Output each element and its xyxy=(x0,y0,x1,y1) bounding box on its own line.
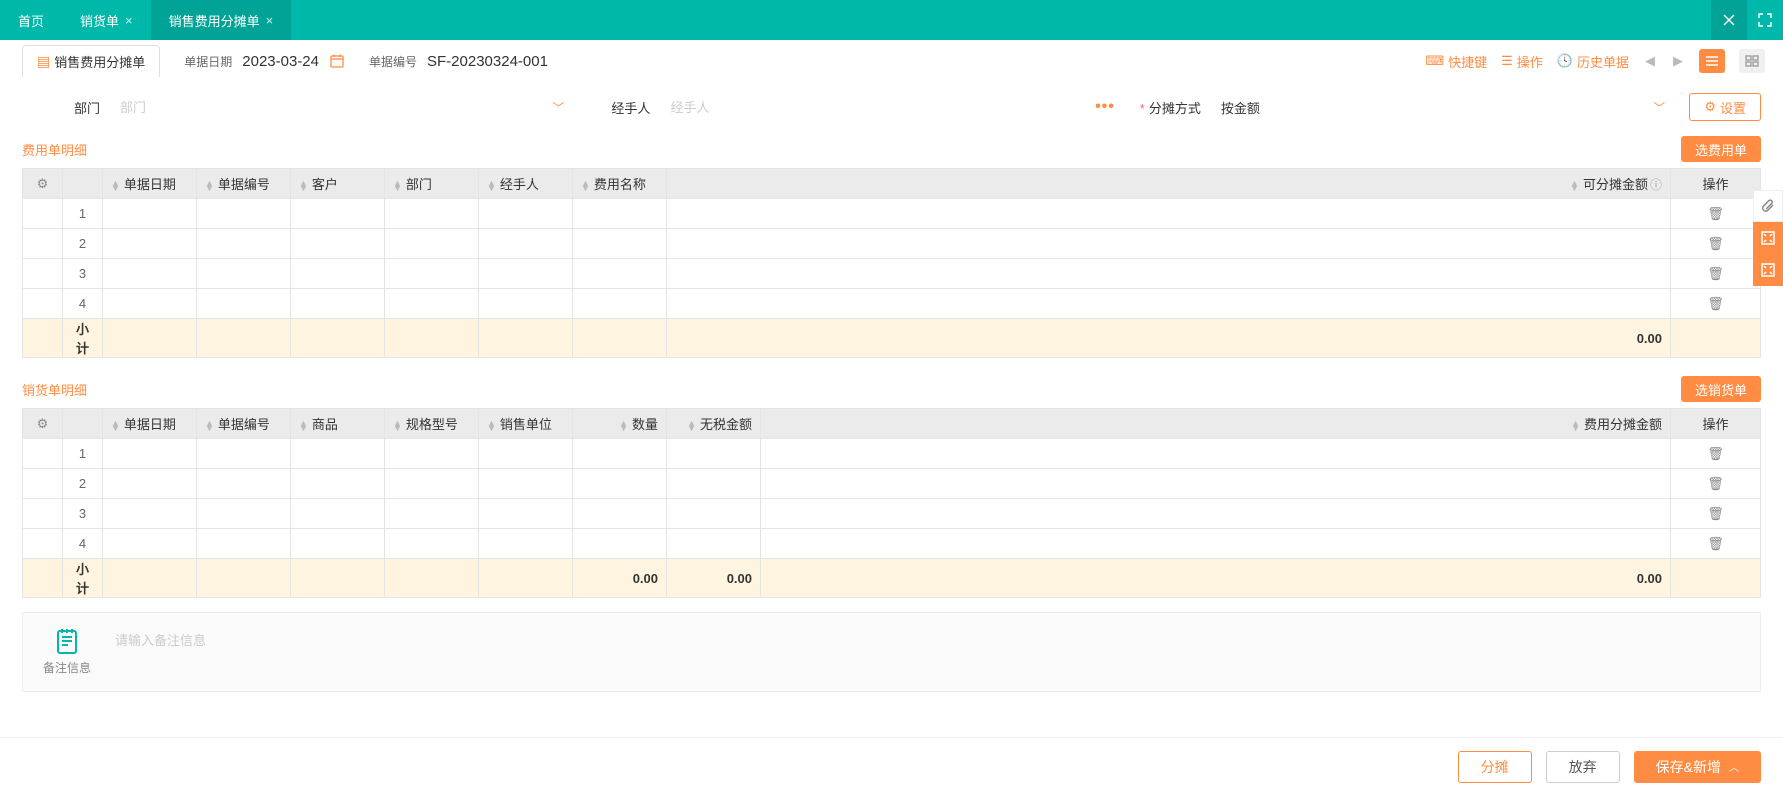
expand-button[interactable] xyxy=(1753,222,1783,254)
top-tab-bar: 首页 销货单× 销售费用分摊单× xyxy=(0,0,1783,40)
sales-title: 销货单明细 xyxy=(22,380,87,399)
form-row: 部门 ﹀ 经手人 ••• *分摊方式 ﹀ ⚙设置 xyxy=(0,82,1783,136)
remarks-label: 备注信息 xyxy=(43,659,91,676)
notes-icon xyxy=(53,627,81,655)
delete-icon[interactable]: 🗑 xyxy=(1671,469,1761,499)
select-sales-button[interactable]: 选销货单 xyxy=(1681,376,1761,402)
delete-icon[interactable]: 🗑 xyxy=(1671,529,1761,559)
save-new-button[interactable]: 保存&新增︿ xyxy=(1634,751,1761,783)
attachment-button[interactable] xyxy=(1753,190,1783,222)
subtotal-row: 小计0.000.000.00 xyxy=(23,559,1761,598)
close-icon[interactable]: × xyxy=(125,13,133,28)
col-qty[interactable]: ▲▼数量 xyxy=(573,409,667,439)
operate-button[interactable]: ☰操作 xyxy=(1501,52,1543,71)
delete-icon[interactable]: 🗑 xyxy=(1671,439,1761,469)
handler-label: 经手人 xyxy=(572,98,662,117)
delete-icon[interactable]: 🗑 xyxy=(1671,199,1761,229)
col-product[interactable]: ▲▼商品 xyxy=(291,409,385,439)
list-icon: ☰ xyxy=(1501,53,1513,69)
tab-home[interactable]: 首页 xyxy=(0,0,62,40)
close-icon[interactable]: × xyxy=(266,13,274,28)
view-list-button[interactable] xyxy=(1699,49,1725,73)
document-icon: ▤ xyxy=(37,53,50,70)
settings-button[interactable]: ⚙设置 xyxy=(1689,93,1761,121)
subtotal-row: 小计0.00 xyxy=(23,319,1761,358)
chevron-up-icon: ︿ xyxy=(1729,759,1739,774)
discard-button[interactable]: 放弃 xyxy=(1546,751,1620,783)
view-grid-button[interactable] xyxy=(1739,49,1765,73)
remarks-input[interactable] xyxy=(115,627,1740,648)
sales-section: 销货单明细 选销货单 ⚙ ▲▼单据日期 ▲▼单据编号 ▲▼商品 ▲▼规格型号 ▲… xyxy=(0,376,1783,598)
chevron-down-icon[interactable]: ﹀ xyxy=(1653,99,1665,116)
help-icon[interactable]: ⓘ xyxy=(1650,178,1662,192)
tab-sales-expense-alloc[interactable]: 销售费用分摊单× xyxy=(151,0,292,40)
expense-table: ⚙ ▲▼单据日期 ▲▼单据编号 ▲▼客户 ▲▼部门 ▲▼经手人 ▲▼费用名称 ▲… xyxy=(22,168,1761,358)
dept-label: 部门 xyxy=(22,98,112,117)
more-icon[interactable]: ••• xyxy=(1095,98,1115,116)
date-value[interactable]: 2023-03-24 xyxy=(242,53,319,70)
col-action: 操作 xyxy=(1671,409,1761,439)
keyboard-icon: ⌨ xyxy=(1425,53,1444,69)
history-icon: 🕓 xyxy=(1557,53,1573,69)
col-date[interactable]: ▲▼单据日期 xyxy=(103,169,197,199)
tab-sales-order[interactable]: 销货单× xyxy=(62,0,151,40)
col-no[interactable]: ▲▼单据编号 xyxy=(197,169,291,199)
table-row[interactable]: 2🗑 xyxy=(23,469,1761,499)
delete-icon[interactable]: 🗑 xyxy=(1671,289,1761,319)
table-row[interactable]: 1🗑 xyxy=(23,199,1761,229)
remarks-box: 备注信息 xyxy=(22,612,1761,692)
delete-icon[interactable]: 🗑 xyxy=(1671,259,1761,289)
col-unit[interactable]: ▲▼销售单位 xyxy=(479,409,573,439)
footer-bar: 分摊 放弃 保存&新增︿ xyxy=(0,737,1783,795)
chevron-down-icon[interactable]: ﹀ xyxy=(552,99,564,116)
col-customer[interactable]: ▲▼客户 xyxy=(291,169,385,199)
next-doc-button[interactable]: ▶ xyxy=(1671,53,1685,69)
col-no[interactable]: ▲▼单据编号 xyxy=(197,409,291,439)
gear-icon: ⚙ xyxy=(1704,99,1716,115)
table-row[interactable]: 1🗑 xyxy=(23,439,1761,469)
sales-table: ⚙ ▲▼单据日期 ▲▼单据编号 ▲▼商品 ▲▼规格型号 ▲▼销售单位 ▲▼数量 … xyxy=(22,408,1761,598)
col-expense-name[interactable]: ▲▼费用名称 xyxy=(573,169,667,199)
col-spec[interactable]: ▲▼规格型号 xyxy=(385,409,479,439)
shortcut-button[interactable]: ⌨快捷键 xyxy=(1425,52,1487,71)
table-row[interactable]: 2🗑 xyxy=(23,229,1761,259)
gear-icon[interactable]: ⚙ xyxy=(23,169,63,199)
col-dept[interactable]: ▲▼部门 xyxy=(385,169,479,199)
allocate-button[interactable]: 分摊 xyxy=(1458,751,1532,783)
document-type-tab[interactable]: ▤ 销售费用分摊单 xyxy=(22,45,160,77)
delete-icon[interactable]: 🗑 xyxy=(1671,499,1761,529)
method-label: *分摊方式 xyxy=(1123,98,1213,117)
col-date[interactable]: ▲▼单据日期 xyxy=(103,409,197,439)
history-button[interactable]: 🕓历史单据 xyxy=(1557,52,1629,71)
fullscreen-button[interactable] xyxy=(1747,0,1783,40)
prev-doc-button[interactable]: ◀ xyxy=(1643,53,1657,69)
select-expense-button[interactable]: 选费用单 xyxy=(1681,136,1761,162)
calendar-icon[interactable] xyxy=(329,53,345,69)
table-row[interactable]: 4🗑 xyxy=(23,289,1761,319)
doc-no-label: 单据编号 xyxy=(369,53,417,70)
document-header: ▤ 销售费用分摊单 单据日期 2023-03-24 单据编号 SF-202303… xyxy=(0,40,1783,82)
delete-icon[interactable]: 🗑 xyxy=(1671,229,1761,259)
date-label: 单据日期 xyxy=(184,53,232,70)
table-row[interactable]: 3🗑 xyxy=(23,259,1761,289)
handler-select[interactable] xyxy=(662,92,1122,122)
collapse-button[interactable] xyxy=(1753,254,1783,286)
method-select[interactable] xyxy=(1213,92,1673,122)
col-action: 操作 xyxy=(1671,169,1761,199)
col-handler[interactable]: ▲▼经手人 xyxy=(479,169,573,199)
table-row[interactable]: 4🗑 xyxy=(23,529,1761,559)
expense-title: 费用单明细 xyxy=(22,140,87,159)
doc-no-value: SF-20230324-001 xyxy=(427,53,548,70)
side-rail xyxy=(1753,190,1783,286)
table-row[interactable]: 3🗑 xyxy=(23,499,1761,529)
col-alloc-amount[interactable]: ▲▼费用分摊金额 xyxy=(761,409,1671,439)
gear-icon[interactable]: ⚙ xyxy=(23,409,63,439)
close-panel-button[interactable] xyxy=(1711,0,1747,40)
col-notax[interactable]: ▲▼无税金额 xyxy=(667,409,761,439)
dept-select[interactable] xyxy=(112,92,572,122)
expense-section: 费用单明细 选费用单 ⚙ ▲▼单据日期 ▲▼单据编号 ▲▼客户 ▲▼部门 ▲▼经… xyxy=(0,136,1783,358)
col-amount[interactable]: ▲▼可分摊金额ⓘ xyxy=(667,169,1671,199)
